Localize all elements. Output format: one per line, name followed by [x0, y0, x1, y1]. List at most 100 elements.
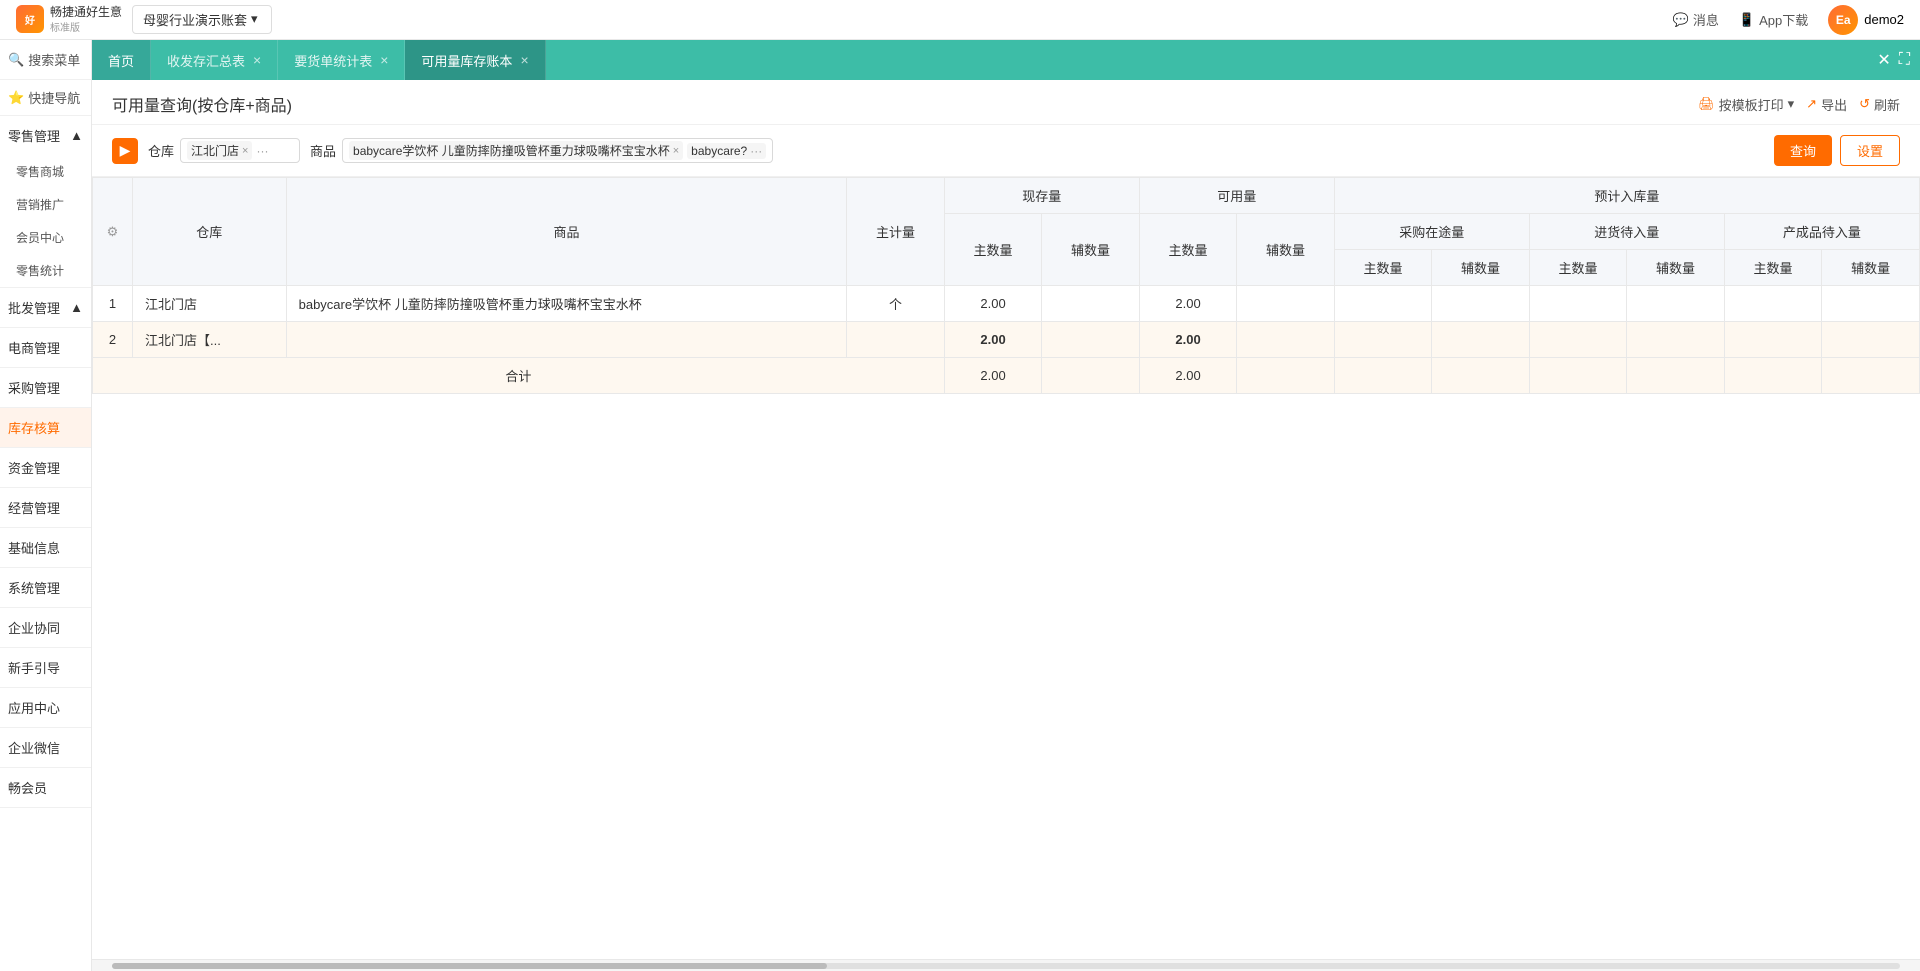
- sidebar-item-finance[interactable]: 资金管理: [0, 448, 91, 488]
- sidebar: 🔍 搜索菜单 ⭐ 快捷导航 零售管理 ▲ 零售商城 营销推广 会员中心 零售统计…: [0, 40, 92, 971]
- tab-summary[interactable]: 收发存汇总表 ×: [151, 40, 278, 80]
- logo-text: 畅捷通好生意: [50, 5, 122, 19]
- top-bar: 好 畅捷通好生意 标准版 母婴行业演示账套 ▾ 💬 消息 📱 App下载 Ea …: [0, 0, 1920, 40]
- product-tag-2: babycare? ···: [687, 143, 766, 159]
- row2-inbound-main: [1529, 322, 1627, 358]
- tab-available-inventory[interactable]: 可用量库存账本 ×: [405, 40, 545, 80]
- refresh-btn[interactable]: ↺ 刷新: [1859, 95, 1900, 114]
- product-tag-1-remove[interactable]: ×: [673, 145, 679, 157]
- page: 可用量查询(按仓库+商品) 🖨 按模板打印 ▾ ↗ 导出 ↺ 刷新: [92, 80, 1920, 971]
- row2-inbound-aux: [1627, 322, 1725, 358]
- filter-toggle-btn[interactable]: ▶: [112, 138, 138, 164]
- warehouse-tag-container[interactable]: 江北门店 × ···: [180, 138, 300, 163]
- main-layout: 🔍 搜索菜单 ⭐ 快捷导航 零售管理 ▲ 零售商城 营销推广 会员中心 零售统计…: [0, 40, 1920, 971]
- th-avail-aux: 辅数量: [1237, 214, 1335, 286]
- row2-stock-aux: [1042, 322, 1140, 358]
- warehouse-filter-label: 仓库: [148, 141, 174, 160]
- tenant-name: 母婴行业演示账套: [143, 10, 247, 29]
- row2-purchase-aux: [1432, 322, 1530, 358]
- row2-no: 2: [93, 322, 133, 358]
- row1-warehouse: 江北门店: [133, 286, 287, 322]
- summary-tab-close[interactable]: ×: [253, 53, 261, 67]
- sidebar-section-retail-header[interactable]: 零售管理 ▲: [0, 116, 91, 155]
- sidebar-item-marketing[interactable]: 营销推广: [0, 188, 91, 221]
- sidebar-item-online-store[interactable]: 零售商城: [0, 155, 91, 188]
- sidebar-item-ecommerce[interactable]: 电商管理: [0, 328, 91, 368]
- chevron-up-icon: ▲: [70, 128, 83, 143]
- sidebar-search[interactable]: 🔍 搜索菜单: [0, 40, 91, 80]
- user-area[interactable]: Ea demo2: [1828, 5, 1904, 35]
- sidebar-item-purchase[interactable]: 采购管理: [0, 368, 91, 408]
- query-button[interactable]: 查询: [1774, 135, 1832, 166]
- product-filter-group: 商品 babycare学饮杯 儿童防摔防撞吸管杯重力球吸嘴杯宝宝水杯 × bab…: [310, 138, 773, 163]
- top-bar-left: 好 畅捷通好生意 标准版 母婴行业演示账套 ▾: [16, 5, 272, 34]
- sidebar-section-wholesale-header[interactable]: 批发管理 ▲: [0, 288, 91, 327]
- download-icon: 📱: [1739, 12, 1755, 28]
- row1-inbound-aux: [1627, 286, 1725, 322]
- nav-icon: ⭐: [8, 90, 24, 106]
- product-filter-label: 商品: [310, 141, 336, 160]
- retail-label: 零售管理: [8, 126, 60, 145]
- product-more[interactable]: ···: [750, 144, 762, 158]
- export-btn[interactable]: ↗ 导出: [1806, 95, 1847, 114]
- sidebar-item-basic-info[interactable]: 基础信息: [0, 528, 91, 568]
- tab-home[interactable]: 首页: [92, 40, 151, 80]
- available-inventory-tab-close[interactable]: ×: [520, 53, 528, 67]
- row2-product-aux: [1822, 322, 1920, 358]
- th-purchase-transit: 采购在途量: [1334, 214, 1529, 250]
- sidebar-nav[interactable]: ⭐ 快捷导航: [0, 80, 91, 116]
- sidebar-item-inventory[interactable]: 库存核算: [0, 408, 91, 448]
- sidebar-item-system[interactable]: 系统管理: [0, 568, 91, 608]
- sidebar-item-enterprise[interactable]: 企业协同: [0, 608, 91, 648]
- warehouse-tag-1-remove[interactable]: ×: [242, 145, 248, 157]
- logo-area: 好 畅捷通好生意 标准版: [16, 5, 122, 34]
- refresh-label: 刷新: [1874, 95, 1900, 114]
- message-icon: 💬: [1673, 12, 1689, 28]
- download-action[interactable]: 📱 App下载: [1739, 10, 1808, 29]
- close-all-icon[interactable]: ✕: [1877, 50, 1890, 70]
- tab-bar: 首页 收发存汇总表 × 要货单统计表 × 可用量库存账本 × ✕ ⛶: [92, 40, 1920, 80]
- sidebar-item-members[interactable]: 会员中心: [0, 221, 91, 254]
- settings-icon[interactable]: ⚙: [107, 224, 119, 239]
- th-warehouse: 仓库: [133, 178, 287, 286]
- tab-bar-right: ✕ ⛶: [1867, 40, 1920, 80]
- sidebar-item-app-center[interactable]: 应用中心: [0, 688, 91, 728]
- th-current-stock: 现存量: [944, 178, 1139, 214]
- print-btn[interactable]: 🖨 按模板打印 ▾: [1698, 95, 1794, 114]
- sidebar-item-vip[interactable]: 畅会员: [0, 768, 91, 808]
- scrollbar-thumb[interactable]: [112, 963, 827, 969]
- sidebar-item-retail-stats[interactable]: 零售统计: [0, 254, 91, 287]
- order-stats-tab-close[interactable]: ×: [380, 53, 388, 67]
- row1-product-main: [1724, 286, 1822, 322]
- table-footer-row: 合计 2.00 2.00: [93, 358, 1920, 394]
- th-product-aux: 辅数量: [1822, 250, 1920, 286]
- available-inventory-tab-label: 可用量库存账本: [421, 51, 512, 70]
- table-container[interactable]: ⚙ 仓库 商品 主计量 现存量 可用量 预计入库量 主数量 辅数量: [92, 177, 1920, 959]
- sidebar-item-operations[interactable]: 经营管理: [0, 488, 91, 528]
- row1-inbound-main: [1529, 286, 1627, 322]
- th-planned-inbound: 预计入库量: [1334, 178, 1919, 214]
- message-label: 消息: [1693, 10, 1719, 29]
- row2-purchase-main: [1334, 322, 1432, 358]
- user-name: demo2: [1864, 12, 1904, 27]
- setting-button[interactable]: 设置: [1840, 135, 1900, 166]
- logo-text-area: 畅捷通好生意 标准版: [50, 5, 122, 34]
- sidebar-item-wechat[interactable]: 企业微信: [0, 728, 91, 768]
- fullscreen-icon[interactable]: ⛶: [1899, 51, 1910, 69]
- row2-stock-main: 2.00: [944, 322, 1042, 358]
- sidebar-item-guide[interactable]: 新手引导: [0, 648, 91, 688]
- tab-order-stats[interactable]: 要货单统计表 ×: [278, 40, 405, 80]
- footer-avail-aux: [1237, 358, 1335, 394]
- warehouse-filter-group: 仓库 江北门店 × ···: [148, 138, 300, 163]
- tenant-selector[interactable]: 母婴行业演示账套 ▾: [132, 5, 272, 34]
- scrollbar-track[interactable]: [112, 963, 1900, 969]
- product-tag-container[interactable]: babycare学饮杯 儿童防摔防撞吸管杯重力球吸嘴杯宝宝水杯 × babyca…: [342, 138, 773, 163]
- th-settings[interactable]: ⚙: [93, 178, 133, 286]
- footer-product-main: [1724, 358, 1822, 394]
- footer-purchase-main: [1334, 358, 1432, 394]
- avatar: Ea: [1828, 5, 1858, 35]
- message-action[interactable]: 💬 消息: [1673, 10, 1719, 29]
- row1-product-aux: [1822, 286, 1920, 322]
- export-icon: ↗: [1806, 96, 1817, 112]
- filter-more-icon[interactable]: ···: [256, 144, 268, 158]
